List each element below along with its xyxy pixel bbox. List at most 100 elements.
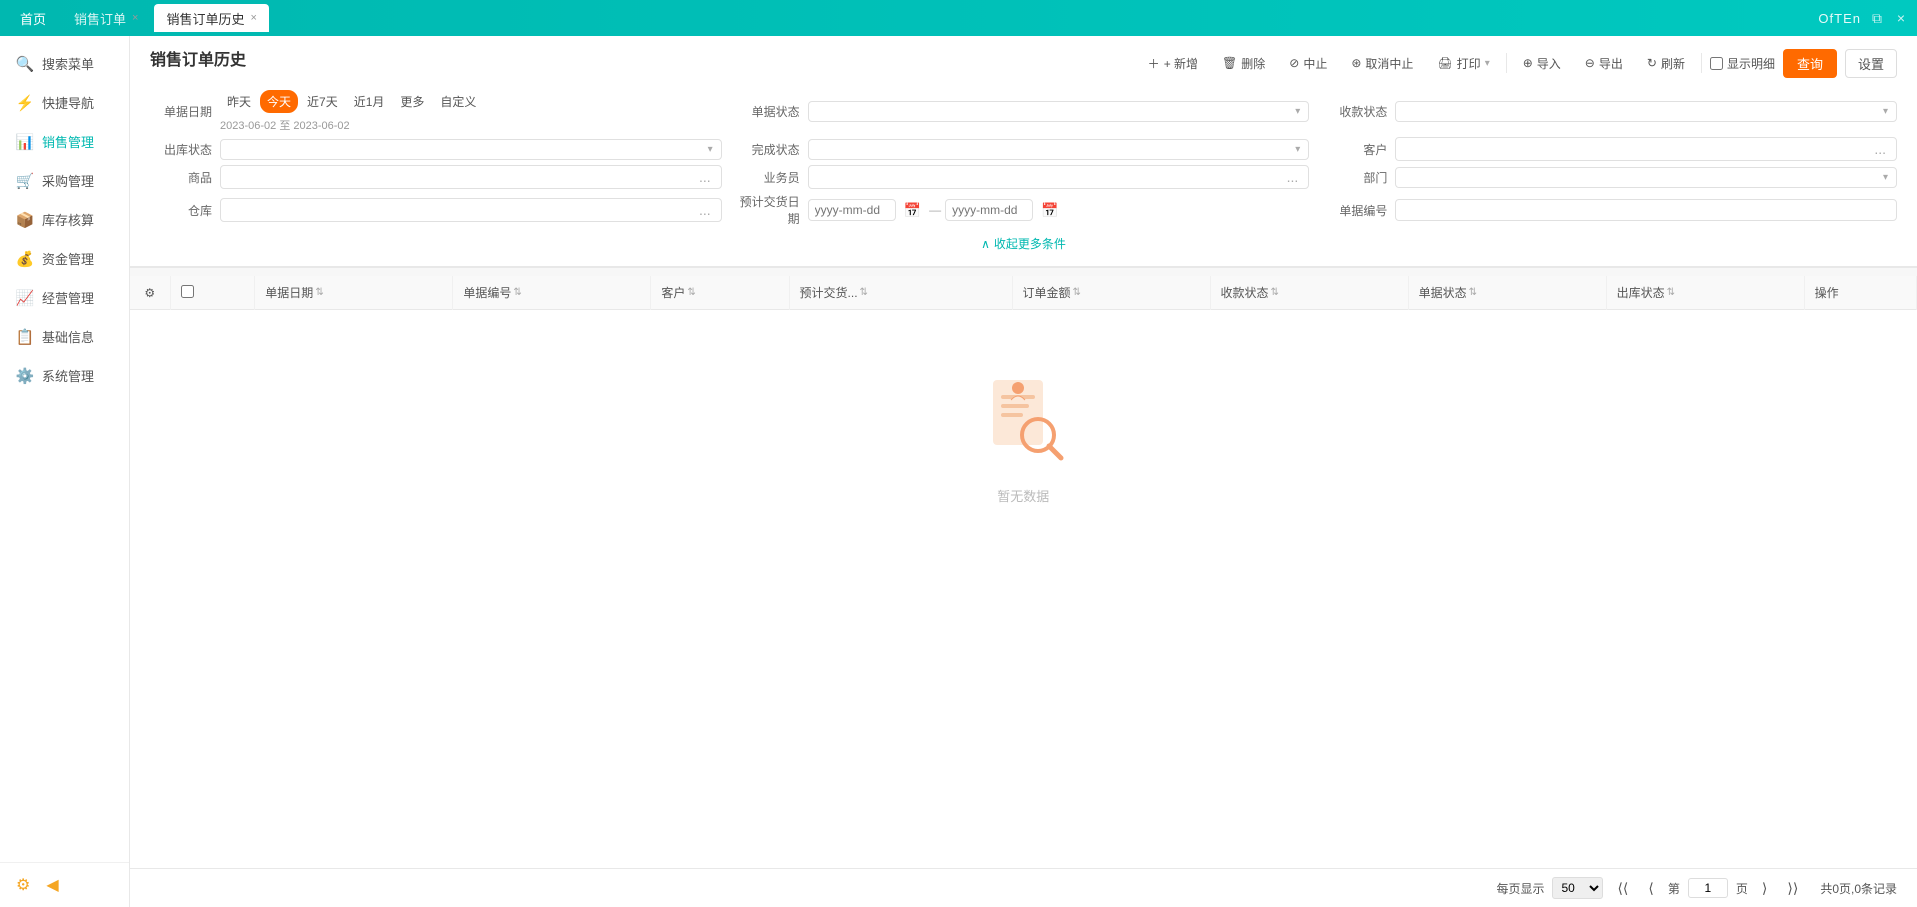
date-btn-today[interactable]: 今天 [260, 90, 298, 113]
sidebar-item-quick-nav[interactable]: ⚡ 快捷导航 [0, 83, 129, 122]
cancel-stop-button[interactable]: ⊛ 取消中止 [1343, 51, 1421, 76]
import-button[interactable]: ⊕ 导入 [1515, 51, 1569, 76]
tab-sales-order-history-close[interactable]: × [250, 12, 256, 24]
product-dots[interactable]: ... [695, 169, 715, 185]
sidebar-item-purchase-mgmt[interactable]: 🛒 采购管理 [0, 161, 129, 200]
query-button[interactable]: 查询 [1783, 49, 1837, 78]
sidebar-settings-icon[interactable]: ⚙ [16, 875, 30, 895]
col-docno-header[interactable]: 单据编号 ⇅ [453, 276, 651, 310]
filter-doc-no-item: 单据编号 [1325, 193, 1897, 227]
col-amount-header[interactable]: 订单金额 ⇅ [1012, 276, 1210, 310]
date-btn-more[interactable]: 更多 [393, 90, 431, 113]
print-button[interactable]: 🖨 打印 ▾ [1429, 51, 1497, 76]
tab-sales-order-close[interactable]: × [132, 12, 138, 24]
sidebar-item-inventory[interactable]: 📦 库存核算 [0, 200, 129, 239]
collapse-label: 收起更多条件 [994, 235, 1066, 252]
sidebar-item-finance[interactable]: 💰 资金管理 [0, 239, 129, 278]
calendar-end-icon[interactable]: 📅 [1037, 202, 1062, 219]
table-body: 暂无数据 [130, 310, 1917, 566]
search-icon: 🔍 [16, 55, 34, 73]
page-size-select[interactable]: 10 20 50 100 [1552, 877, 1603, 899]
complete-status-label: 完成状态 [738, 141, 808, 158]
date-dash: — [929, 203, 941, 217]
system-icon: ⚙️ [16, 367, 34, 385]
col-expected-header[interactable]: 预计交货... ⇅ [789, 276, 1012, 310]
sidebar-item-system-mgmt[interactable]: ⚙️ 系统管理 [0, 356, 129, 395]
import-icon: ⊕ [1523, 56, 1533, 70]
out-status-select[interactable]: ▾ [220, 139, 722, 160]
display-cols-checkbox-label: 显示明细 [1710, 55, 1775, 72]
tab-sales-order-history[interactable]: 销售订单历史 × [154, 4, 268, 32]
customer-input[interactable] [1402, 142, 1870, 156]
warehouse-dots[interactable]: ... [695, 202, 715, 218]
date-quick-buttons: 昨天 今天 近7天 近1月 更多 自定义 [220, 90, 483, 113]
dept-select[interactable]: ▾ [1395, 167, 1897, 188]
stop-label: 中止 [1303, 55, 1327, 72]
empty-state: 暂无数据 [130, 310, 1917, 565]
sidebar-item-basic-info[interactable]: 📋 基础信息 [0, 317, 129, 356]
new-button[interactable]: ＋ + 新增 [1140, 51, 1206, 76]
last-page-button[interactable]: ⟩⟩ [1781, 878, 1804, 899]
top-bar-right: OfTEn ⧉ × [1818, 10, 1909, 26]
delete-button[interactable]: 🗑 删除 [1214, 51, 1273, 76]
sidebar-item-search-menu[interactable]: 🔍 搜索菜单 [0, 44, 129, 83]
date-btn-custom[interactable]: 自定义 [433, 90, 483, 113]
page-input[interactable]: 1 [1688, 878, 1728, 898]
col-outstatus-header[interactable]: 出库状态 ⇅ [1606, 276, 1804, 310]
top-bar: 首页 销售订单 × 销售订单历史 × OfTEn ⧉ × [0, 0, 1917, 36]
cancel-stop-icon: ⊛ [1351, 56, 1361, 70]
stop-button[interactable]: ⊘ 中止 [1281, 51, 1335, 76]
tab-sales-order[interactable]: 销售订单 × [62, 4, 150, 32]
prev-page-button[interactable]: ⟨ [1642, 878, 1659, 899]
filter-warehouse-item: 仓库 ... [150, 193, 722, 227]
close-window-button[interactable]: × [1893, 10, 1909, 26]
col-docstatus-header[interactable]: 单据状态 ⇅ [1408, 276, 1606, 310]
collapse-icon: ∧ [981, 237, 990, 251]
salesman-dots[interactable]: ... [1283, 169, 1303, 185]
cancel-stop-label: 取消中止 [1365, 55, 1413, 72]
date-btn-yesterday[interactable]: 昨天 [220, 90, 258, 113]
complete-status-select[interactable]: ▾ [808, 139, 1310, 160]
salesman-input[interactable] [815, 170, 1283, 184]
sidebar-item-sales-mgmt[interactable]: 📊 销售管理 [0, 122, 129, 161]
collapse-more-button[interactable]: ∧ 收起更多条件 [150, 231, 1897, 256]
date-btn-last1month[interactable]: 近1月 [347, 90, 392, 113]
date-group: 昨天 今天 近7天 近1月 更多 自定义 2023-06-02 至 2023-0… [220, 90, 483, 133]
amount-sort-icon: ⇅ [1073, 287, 1081, 298]
next-page-button[interactable]: ⟩ [1756, 878, 1773, 899]
settings-button[interactable]: 设置 [1845, 49, 1897, 78]
refresh-button[interactable]: ↻ 刷新 [1639, 51, 1693, 76]
export-button[interactable]: ⊖ 导出 [1577, 51, 1631, 76]
col-settings[interactable]: ⚙ [130, 276, 170, 310]
basic-info-icon: 📋 [16, 328, 34, 346]
col-customer-header[interactable]: 客户 ⇅ [651, 276, 789, 310]
date-btn-last7[interactable]: 近7天 [300, 90, 345, 113]
dept-chevron: ▾ [1883, 172, 1888, 183]
col-payment-header[interactable]: 收款状态 ⇅ [1210, 276, 1408, 310]
expected-date-start[interactable] [808, 199, 896, 221]
total-label: 共0页,0条记录 [1820, 880, 1897, 897]
expected-sort-icon: ⇅ [860, 287, 868, 298]
display-cols-checkbox[interactable] [1710, 57, 1723, 70]
tab-home[interactable]: 首页 [8, 4, 58, 32]
product-input[interactable] [227, 170, 695, 184]
doc-status-select[interactable]: ▾ [808, 101, 1310, 122]
col-date-header[interactable]: 单据日期 ⇅ [255, 276, 453, 310]
doc-no-input[interactable] [1402, 203, 1890, 217]
calendar-start-icon[interactable]: 📅 [900, 202, 925, 219]
expected-date-end[interactable] [945, 199, 1033, 221]
first-page-button[interactable]: ⟨⟨ [1611, 878, 1634, 899]
customer-dots[interactable]: ... [1870, 141, 1890, 157]
warehouse-input[interactable] [227, 203, 695, 217]
select-all-checkbox[interactable] [181, 285, 194, 298]
warehouse-label: 仓库 [150, 202, 220, 219]
outstatus-sort-icon: ⇅ [1667, 287, 1675, 298]
toolbar: ＋ + 新增 🗑 删除 ⊘ 中止 ⊛ 取消中止 [1140, 49, 1897, 78]
date-sort-icon: ⇅ [315, 287, 323, 298]
content-area: 销售订单历史 ＋ + 新增 🗑 删除 ⊘ 中止 ⊛ [130, 36, 1917, 907]
sidebar-bottom: ⚙ ◀ [0, 862, 129, 907]
payment-status-select[interactable]: ▾ [1395, 101, 1897, 122]
restore-button[interactable]: ⧉ [1869, 10, 1885, 26]
sidebar-item-operations[interactable]: 📈 经营管理 [0, 278, 129, 317]
sidebar-collapse-icon[interactable]: ◀ [46, 875, 58, 895]
